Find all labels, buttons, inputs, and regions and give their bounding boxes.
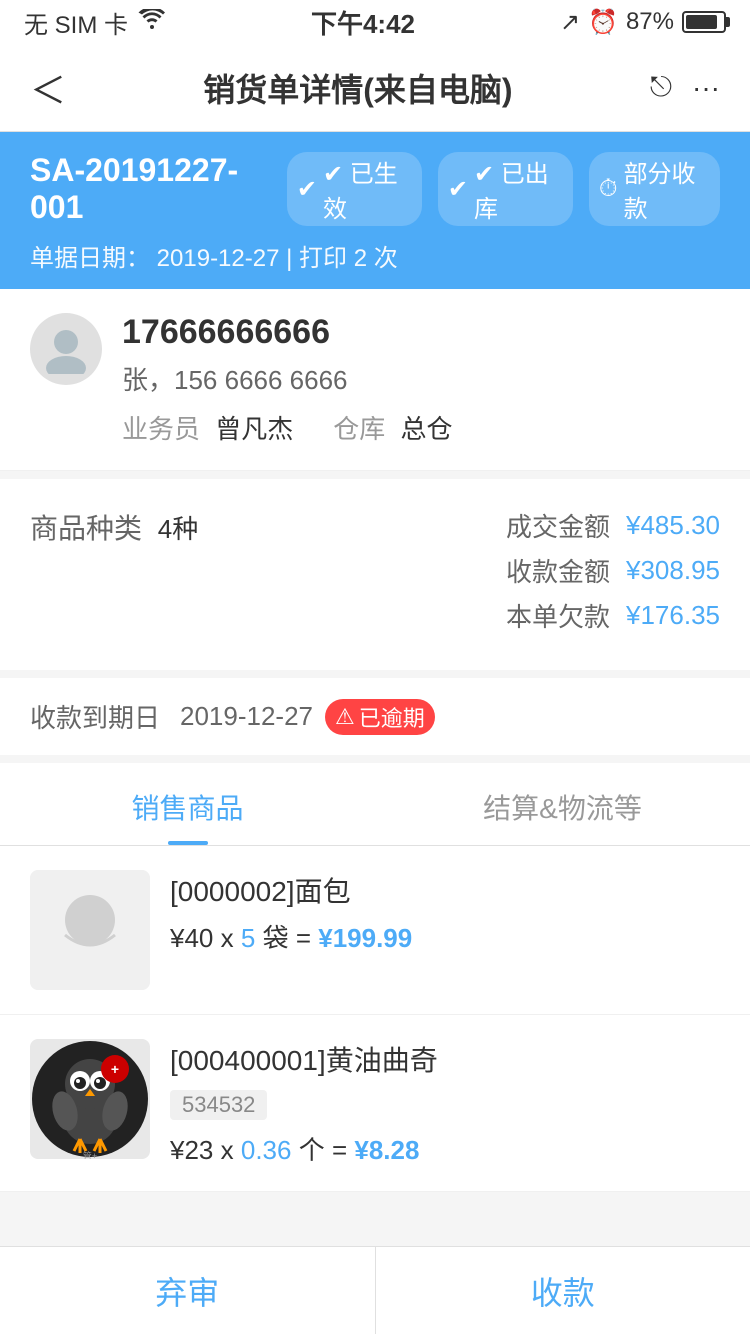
print-separator: | [286, 245, 299, 272]
due-date-label: 收款到期日 [30, 698, 160, 735]
tabs: 销售商品 结算&物流等 [0, 763, 750, 846]
overdue-badge: ⚠ 已逾期 [325, 699, 435, 735]
overdue-label: 已逾期 [359, 701, 425, 733]
battery-icon [682, 11, 726, 33]
stats-left: 商品种类 4种 [30, 507, 198, 547]
share-icon[interactable]: ⎋ [650, 71, 672, 104]
status-right: ↗ ⏰ 87% [560, 8, 726, 37]
back-button[interactable]: ＜ [30, 62, 66, 114]
battery-fill [686, 15, 717, 29]
customer-section: 17666666666 张，156 6666 6666 业务员 曾凡杰 仓库 总… [0, 289, 750, 471]
list-item: [0000002]面包 ¥40 x 5 袋 = ¥199.99 [0, 846, 750, 1015]
stats-debt: 本单欠款 ¥176.35 [506, 597, 720, 634]
status-time: 下午4:42 [311, 4, 415, 41]
product-info-bread: [0000002]面包 ¥40 x 5 袋 = ¥199.99 [170, 870, 720, 955]
status-badge-partial: ⏱ 部分收款 [589, 152, 720, 226]
salesman-label: 业务员 曾凡杰 [122, 409, 293, 446]
confirm-button[interactable]: 收款 [376, 1247, 750, 1334]
print-count-value: 2 [354, 245, 367, 272]
battery-percent: 87% [626, 8, 674, 36]
product-price-bread: ¥40 x 5 袋 = ¥199.99 [170, 918, 720, 955]
due-date-value: 2019-12-27 [180, 701, 313, 732]
check-icon-2: ✔ [448, 175, 468, 204]
order-date: 2019-12-27 [157, 245, 280, 272]
clock-icon: ⏱ [599, 175, 618, 203]
print-suffix: 次 [374, 245, 398, 272]
product-image-bread [30, 870, 150, 990]
status-left: 无 SIM 卡 [24, 5, 166, 40]
stats-amount: 成交金额 ¥485.30 [506, 507, 720, 544]
customer-info: 17666666666 张，156 6666 6666 业务员 曾凡杰 仓库 总… [122, 313, 720, 446]
stats-received: 收款金额 ¥308.95 [506, 552, 720, 589]
status-badge-activated: ✔ ✔ 已生效 [287, 152, 422, 226]
customer-phone: 17666666666 [122, 313, 720, 352]
status-bar: 无 SIM 卡 下午4:42 ↗ ⏰ 87% [0, 0, 750, 44]
product-image-cookies: + 管+ [30, 1039, 150, 1159]
alarm-icon: ⏰ [588, 8, 618, 37]
product-name-bread: [0000002]面包 [170, 870, 720, 910]
page-title: 销货单详情(来自电脑) [203, 65, 512, 111]
customer-meta: 业务员 曾凡杰 仓库 总仓 [122, 409, 720, 446]
stats-section: 商品种类 4种 成交金额 ¥485.30 收款金额 ¥308.95 本单欠款 ¥… [0, 471, 750, 678]
customer-name: 张，156 6666 6666 [122, 360, 720, 397]
wifi-icon [138, 8, 166, 36]
product-name-cookies: [000400001]黄油曲奇 [170, 1039, 720, 1079]
date-label: 单据日期： [30, 245, 150, 272]
list-item: + 管+ [000400001]黄油曲奇 534532 ¥23 x 0.36 个 [0, 1015, 750, 1192]
product-sku: 534532 [170, 1090, 267, 1120]
order-header-row2: 单据日期： 2019-12-27 | 打印 2 次 [30, 238, 720, 273]
order-header-row1: SA-20191227-001 ✔ ✔ 已生效 ✔ ✔ 已出库 ⏱ 部分收款 [30, 152, 720, 226]
bottom-bar: 弃审 收款 [0, 1246, 750, 1334]
stats-row: 商品种类 4种 成交金额 ¥485.30 收款金额 ¥308.95 本单欠款 ¥… [30, 507, 720, 642]
carrier-text: 无 SIM 卡 [24, 5, 128, 40]
tab-settlement[interactable]: 结算&物流等 [375, 763, 750, 845]
order-header: SA-20191227-001 ✔ ✔ 已生效 ✔ ✔ 已出库 ⏱ 部分收款 单… [0, 132, 750, 289]
more-icon[interactable]: ··· [692, 72, 720, 104]
avatar-icon [41, 324, 91, 374]
avatar [30, 313, 102, 385]
order-id: SA-20191227-001 [30, 152, 271, 226]
svg-text:+: + [111, 1061, 119, 1077]
tab-sales-products[interactable]: 销售商品 [0, 763, 375, 845]
product-price-cookies: ¥23 x 0.36 个 = ¥8.28 [170, 1130, 720, 1167]
check-icon-1: ✔ [297, 175, 317, 204]
nav-actions: ⎋ ··· [650, 71, 720, 104]
warning-icon: ⚠ [335, 704, 355, 730]
cookies-image-placeholder: + 管+ [30, 1039, 150, 1159]
cancel-button[interactable]: 弃审 [0, 1247, 376, 1334]
stats-right: 成交金额 ¥485.30 收款金额 ¥308.95 本单欠款 ¥176.35 [506, 507, 720, 642]
product-sku-wrapper: 534532 [170, 1087, 720, 1130]
nav-bar: ＜ 销货单详情(来自电脑) ⎋ ··· [0, 44, 750, 132]
svg-text:管+: 管+ [83, 1150, 97, 1159]
location-icon: ↗ [560, 8, 580, 37]
due-date-section: 收款到期日 2019-12-27 ⚠ 已逾期 [0, 678, 750, 763]
warehouse-label: 仓库 总仓 [333, 409, 452, 446]
product-info-cookies: [000400001]黄油曲奇 534532 ¥23 x 0.36 个 = ¥8… [170, 1039, 720, 1167]
print-label: 打印 [299, 245, 347, 272]
product-list: [0000002]面包 ¥40 x 5 袋 = ¥199.99 [0, 846, 750, 1192]
bread-image-placeholder [30, 870, 150, 990]
status-badge-shipped: ✔ ✔ 已出库 [438, 152, 573, 226]
